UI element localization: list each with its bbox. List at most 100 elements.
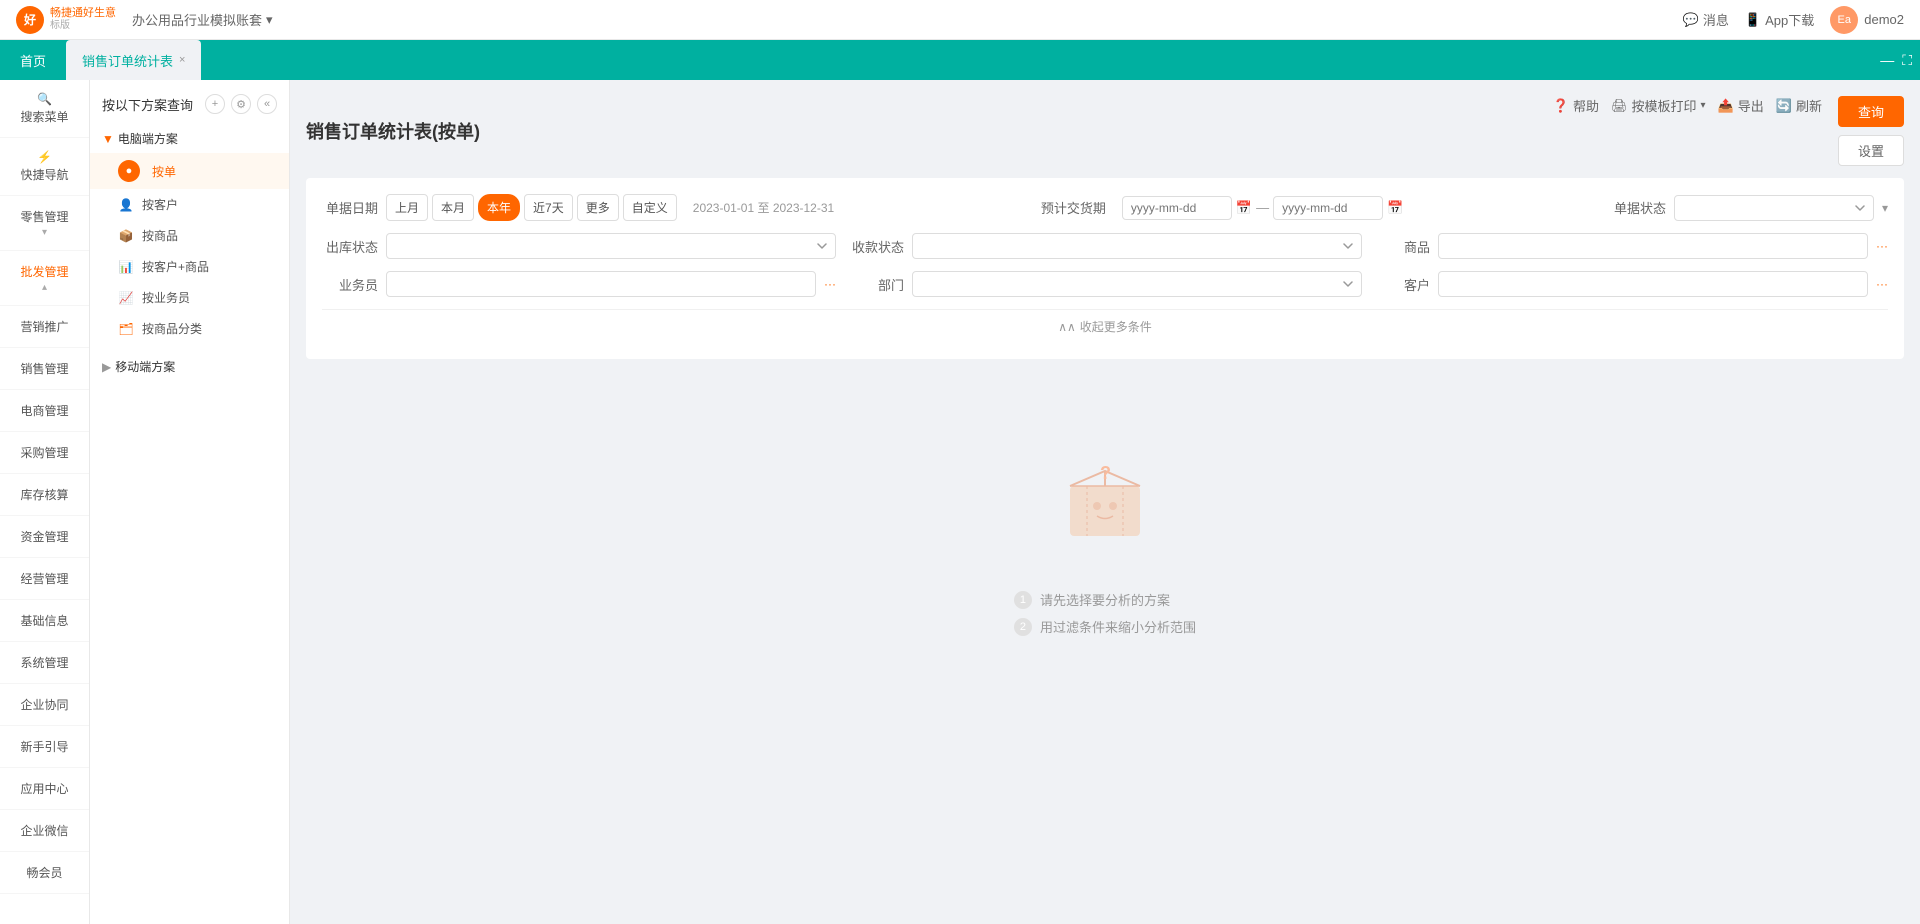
- payment-status-select[interactable]: [912, 233, 1362, 259]
- delivery-end-input[interactable]: [1273, 196, 1383, 220]
- app-selector[interactable]: 办公用品行业模拟账套 ▾: [124, 10, 281, 29]
- scheme-item-by-salesman[interactable]: 📈 按业务员: [90, 282, 289, 313]
- goods-input[interactable]: [1438, 233, 1868, 259]
- record-status-group: 单据状态 ▾: [1610, 195, 1888, 221]
- sidebar-search[interactable]: 🔍 搜索菜单: [0, 80, 89, 138]
- svg-text:?: ?: [1100, 463, 1111, 483]
- message-btn[interactable]: 💬 消息: [1683, 10, 1729, 29]
- user-area[interactable]: Ea demo2: [1830, 6, 1904, 34]
- date-buttons: 上月 本月 本年 近7天 更多 自定义: [386, 194, 677, 221]
- maximize-icon[interactable]: ⛶: [1902, 52, 1912, 69]
- setting-button[interactable]: 设置: [1838, 135, 1904, 166]
- sidebar-item-sales[interactable]: 销售管理: [0, 348, 89, 390]
- collapse-bar: ∧∧ 收起更多条件: [322, 309, 1888, 343]
- collapse-btn[interactable]: ∧∧ 收起更多条件: [1058, 318, 1152, 335]
- customer-more-btn[interactable]: ···: [1876, 277, 1888, 291]
- category-scheme-icon: 🗂: [118, 321, 134, 337]
- date-btn-this-year[interactable]: 本年: [478, 194, 520, 221]
- ship-status-select-wrapper: [386, 233, 836, 259]
- refresh-btn[interactable]: 🔄 刷新: [1776, 96, 1822, 115]
- date-btn-more[interactable]: 更多: [577, 194, 619, 221]
- scheme-item-by-customer[interactable]: 👤 按客户: [90, 189, 289, 220]
- sidebar-item-ecommerce[interactable]: 电商管理: [0, 390, 89, 432]
- goods-more-btn[interactable]: ···: [1876, 239, 1888, 253]
- mobile-scheme-section: ▶ 移动端方案: [90, 348, 289, 385]
- department-select[interactable]: [912, 271, 1362, 297]
- message-icon: 💬: [1683, 12, 1699, 28]
- scheme-panel-header: 按以下方案查询 + ⚙ «: [90, 88, 289, 120]
- ship-status-group: 出库状态: [322, 233, 836, 259]
- export-btn[interactable]: 📤 导出: [1718, 96, 1764, 115]
- query-button[interactable]: 查询: [1838, 96, 1904, 127]
- date-btn-last-month[interactable]: 上月: [386, 194, 428, 221]
- tab-close-icon[interactable]: ×: [179, 54, 185, 66]
- tab-sales-order[interactable]: 销售订单统计表 ×: [66, 40, 201, 80]
- sidebar-item-retail[interactable]: 零售管理 ▾: [0, 196, 89, 251]
- calendar-end-icon[interactable]: 📅: [1387, 200, 1403, 216]
- empty-illustration: ?: [1045, 431, 1165, 570]
- date-btn-7days[interactable]: 近7天: [524, 194, 573, 221]
- record-status-select-wrapper: [1674, 195, 1874, 221]
- salesman-input[interactable]: [386, 271, 816, 297]
- scheme-item-by-order[interactable]: ● 按单: [90, 153, 289, 189]
- logo-area: 好 畅捷通好生意 标版: [16, 6, 116, 34]
- mobile-expand-icon: ▶: [102, 360, 111, 374]
- search-icon: 🔍: [37, 92, 52, 106]
- add-scheme-btn[interactable]: +: [205, 94, 225, 114]
- page-actions-area: ❓ 帮助 🖨 按模板打印 ▾ 📤 导出 🔄: [1553, 96, 1904, 166]
- page-title: 销售订单统计表(按单): [306, 118, 480, 144]
- payment-status-label: 收款状态: [848, 237, 904, 256]
- ship-status-select[interactable]: [386, 233, 836, 259]
- sidebar-item-member[interactable]: 畅会员: [0, 852, 89, 894]
- date-label: 单据日期: [322, 198, 378, 217]
- quick-nav-icon: ⚡: [37, 150, 52, 164]
- tab-home[interactable]: 首页: [0, 40, 66, 80]
- customer-input[interactable]: [1438, 271, 1868, 297]
- record-status-dropdown-arrow-icon: ▾: [1882, 201, 1888, 215]
- date-btn-this-month[interactable]: 本月: [432, 194, 474, 221]
- scheme-settings-btn[interactable]: ⚙: [231, 94, 251, 114]
- sidebar-item-inventory[interactable]: 库存核算: [0, 474, 89, 516]
- scheme-panel-icons: + ⚙ «: [205, 94, 277, 114]
- sidebar-item-newbie[interactable]: 新手引导: [0, 726, 89, 768]
- print-btn[interactable]: 🖨 按模板打印 ▾: [1611, 96, 1706, 115]
- help-btn[interactable]: ❓ 帮助: [1553, 96, 1599, 115]
- mobile-section-header[interactable]: ▶ 移动端方案: [90, 352, 289, 381]
- sidebar-item-operation[interactable]: 经营管理: [0, 558, 89, 600]
- sidebar-item-basic[interactable]: 基础信息: [0, 600, 89, 642]
- scheme-item-by-customer-goods[interactable]: 📊 按客户+商品: [90, 251, 289, 282]
- scheme-collapse-btn[interactable]: «: [257, 94, 277, 114]
- sidebar-item-purchase[interactable]: 采购管理: [0, 432, 89, 474]
- sidebar-item-apps[interactable]: 应用中心: [0, 768, 89, 810]
- app-download-btn[interactable]: 📱 App下载: [1745, 10, 1814, 29]
- query-buttons: 查询 设置: [1838, 96, 1904, 166]
- minimize-icon[interactable]: —: [1880, 52, 1894, 68]
- logo-text: 畅捷通好生意 标版: [50, 7, 116, 32]
- record-status-select[interactable]: [1674, 195, 1874, 221]
- scheme-item-by-goods[interactable]: 📦 按商品: [90, 220, 289, 251]
- payment-status-select-wrapper: [912, 233, 1362, 259]
- tip-num-2: 2: [1014, 618, 1032, 636]
- calendar-start-icon[interactable]: 📅: [1236, 200, 1252, 216]
- sidebar-item-wholesale[interactable]: 批发管理 ▴: [0, 251, 89, 306]
- sidebar: 🔍 搜索菜单 ⚡ 快捷导航 零售管理 ▾ 批发管理 ▴ 营销推广 销售管理 电商…: [0, 80, 90, 924]
- sidebar-item-finance[interactable]: 资金管理: [0, 516, 89, 558]
- date-btn-custom[interactable]: 自定义: [623, 194, 677, 221]
- empty-state: ? 1 请先选择要分析的方案 2 用过滤条件来缩小分析范围: [306, 371, 1904, 704]
- delivery-start-input[interactable]: [1122, 196, 1232, 220]
- pc-section-header[interactable]: ▼ 电脑端方案: [90, 124, 289, 153]
- sidebar-quick-nav[interactable]: ⚡ 快捷导航: [0, 138, 89, 196]
- tab-bar: 首页 销售订单统计表 × — ⛶: [0, 40, 1920, 80]
- empty-tip-1: 1 请先选择要分析的方案: [1014, 590, 1196, 609]
- filter-row-3: 业务员 ··· 部门 客户: [322, 271, 1888, 297]
- sidebar-item-marketing[interactable]: 营销推广: [0, 306, 89, 348]
- main-layout: 🔍 搜索菜单 ⚡ 快捷导航 零售管理 ▾ 批发管理 ▴ 营销推广 销售管理 电商…: [0, 80, 1920, 924]
- salesman-more-btn[interactable]: ···: [824, 277, 836, 291]
- sidebar-item-system[interactable]: 系统管理: [0, 642, 89, 684]
- scheme-panel: 按以下方案查询 + ⚙ « ▼ 电脑端方案: [90, 80, 290, 924]
- sidebar-item-wechat[interactable]: 企业微信: [0, 810, 89, 852]
- scheme-item-by-category[interactable]: 🗂 按商品分类: [90, 313, 289, 344]
- sidebar-item-enterprise[interactable]: 企业协同: [0, 684, 89, 726]
- dropdown-arrow-icon: ▾: [266, 12, 273, 28]
- customer-filter-group: 客户 ···: [1374, 271, 1888, 297]
